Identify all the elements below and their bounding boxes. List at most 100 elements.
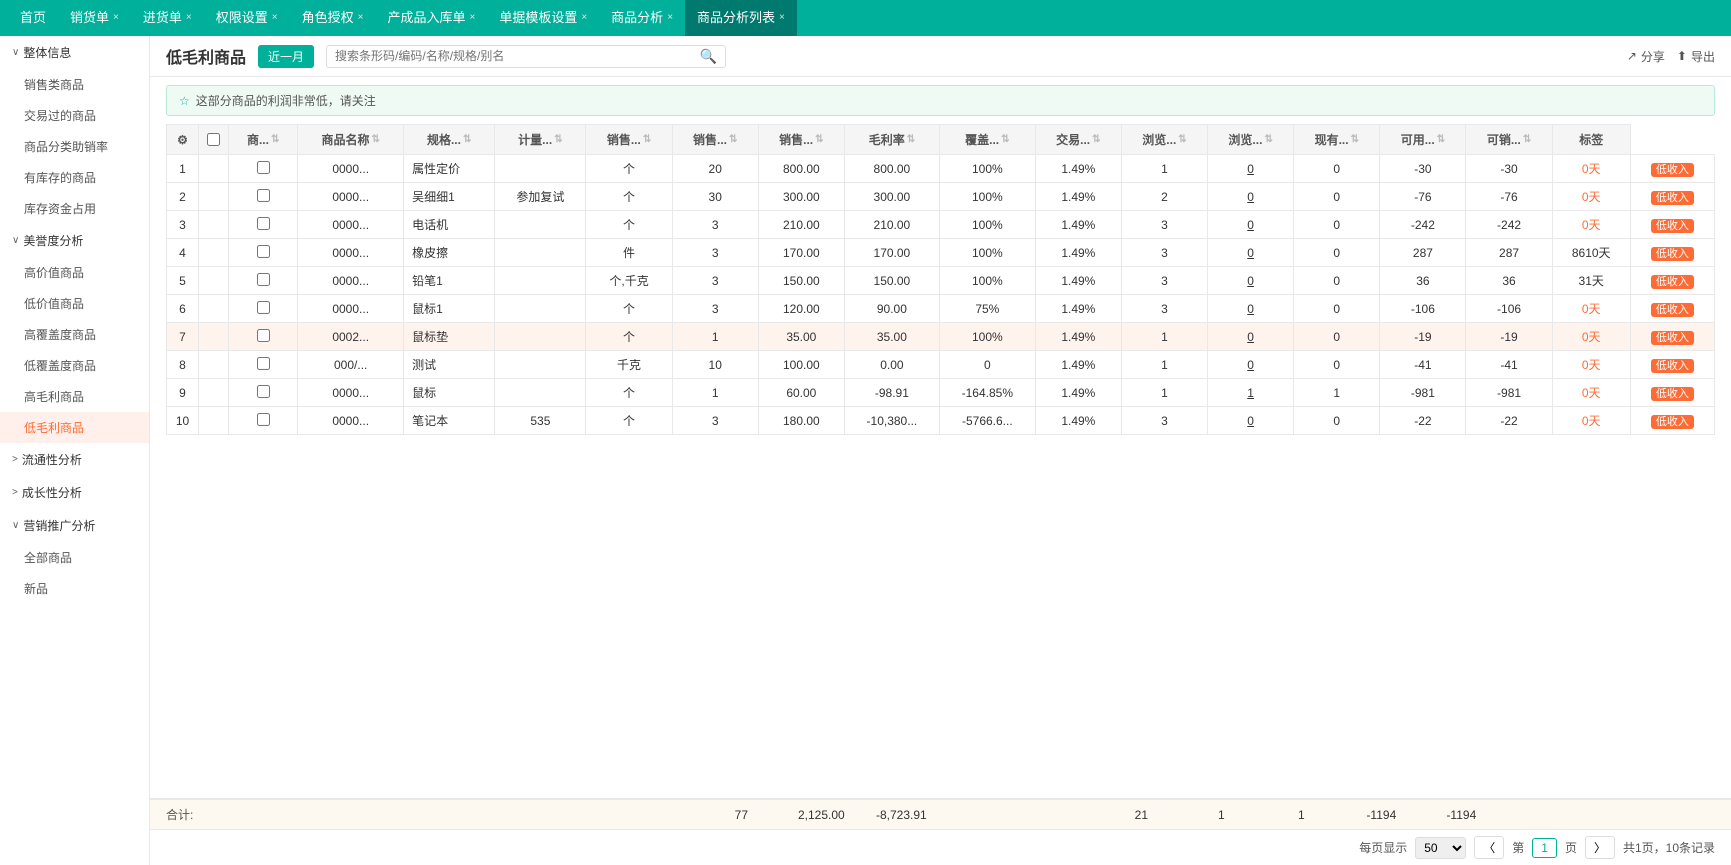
col-available[interactable]: 可用...⇅	[1380, 125, 1466, 155]
browse1-link[interactable]: 0	[1247, 302, 1254, 316]
col-tag[interactable]: 标签	[1552, 125, 1630, 155]
browse1-link[interactable]: 0	[1247, 218, 1254, 232]
nav-sales[interactable]: 销货单 ×	[58, 0, 131, 36]
col-unit[interactable]: 计量...⇅	[495, 125, 586, 155]
col-name[interactable]: 商品名称⇅	[298, 125, 404, 155]
browse1-link[interactable]: 0	[1247, 246, 1254, 260]
nav-home[interactable]: 首页	[8, 0, 58, 36]
sidebar-item-stocked[interactable]: 有库存的商品	[0, 162, 149, 193]
row-checkbox[interactable]	[257, 217, 270, 230]
sidebar-item-inventory-fund[interactable]: 库存资金占用	[0, 193, 149, 224]
browse1-link[interactable]: 0	[1247, 358, 1254, 372]
cell-browse1[interactable]: 0	[1208, 155, 1294, 183]
col-sellable[interactable]: 可销...⇅	[1466, 125, 1552, 155]
close-icon[interactable]: ×	[272, 0, 278, 36]
col-browse1[interactable]: 浏览...⇅	[1121, 125, 1207, 155]
browse1-link[interactable]: 0	[1247, 162, 1254, 176]
cell-checkbox[interactable]	[229, 323, 298, 351]
sidebar-group-growth[interactable]: > 成长性分析	[0, 476, 149, 509]
col-checkbox[interactable]	[199, 125, 229, 155]
cell-browse1[interactable]: 0	[1208, 211, 1294, 239]
sidebar-item-new-products[interactable]: 新品	[0, 573, 149, 604]
sidebar-group-circulation[interactable]: > 流通性分析	[0, 443, 149, 476]
row-checkbox[interactable]	[257, 329, 270, 342]
select-all-checkbox[interactable]	[207, 133, 220, 146]
close-icon[interactable]: ×	[581, 0, 587, 36]
col-code[interactable]: 商...⇅	[229, 125, 298, 155]
cell-checkbox[interactable]	[229, 183, 298, 211]
nav-permissions[interactable]: 权限设置 ×	[204, 0, 290, 36]
search-input[interactable]	[335, 49, 700, 63]
cell-browse1[interactable]: 0	[1208, 239, 1294, 267]
cell-checkbox[interactable]	[229, 155, 298, 183]
filter-period-button[interactable]: 近一月	[258, 45, 314, 68]
sidebar-item-high-coverage[interactable]: 高覆盖度商品	[0, 319, 149, 350]
col-browse2[interactable]: 浏览...⇅	[1208, 125, 1294, 155]
cell-browse1[interactable]: 0	[1208, 351, 1294, 379]
cell-browse1[interactable]: 0	[1208, 267, 1294, 295]
browse1-link[interactable]: 0	[1247, 414, 1254, 428]
close-icon[interactable]: ×	[186, 0, 192, 36]
row-checkbox[interactable]	[257, 385, 270, 398]
nav-product-analysis-list[interactable]: 商品分析列表 ×	[685, 0, 797, 36]
col-trade[interactable]: 交易...⇅	[1035, 125, 1121, 155]
nav-template-settings[interactable]: 单据模板设置 ×	[487, 0, 599, 36]
cell-checkbox[interactable]	[229, 351, 298, 379]
sidebar-item-low-margin[interactable]: 低毛利商品	[0, 412, 149, 443]
cell-checkbox[interactable]	[229, 239, 298, 267]
row-checkbox[interactable]	[257, 413, 270, 426]
sidebar-item-low-value[interactable]: 低价值商品	[0, 288, 149, 319]
col-settings[interactable]: ⚙	[167, 125, 199, 155]
sidebar-item-low-coverage[interactable]: 低覆盖度商品	[0, 350, 149, 381]
cell-browse1[interactable]: 0	[1208, 407, 1294, 435]
col-gross-rate[interactable]: 毛利率⇅	[844, 125, 939, 155]
sidebar-item-all-products[interactable]: 全部商品	[0, 542, 149, 573]
close-icon[interactable]: ×	[667, 0, 673, 36]
row-checkbox[interactable]	[257, 161, 270, 174]
sidebar-item-traded-products[interactable]: 交易过的商品	[0, 100, 149, 131]
sidebar-group-overall[interactable]: ∨ 整体信息	[0, 36, 149, 69]
col-sales-price[interactable]: 销售...⇅	[672, 125, 758, 155]
cell-checkbox[interactable]	[229, 211, 298, 239]
nav-product-entry[interactable]: 产成品入库单 ×	[375, 0, 487, 36]
row-checkbox[interactable]	[257, 245, 270, 258]
col-cover-rate[interactable]: 覆盖...⇅	[939, 125, 1035, 155]
cell-browse1[interactable]: 1	[1208, 379, 1294, 407]
row-checkbox[interactable]	[257, 301, 270, 314]
nav-purchase[interactable]: 进货单 ×	[131, 0, 204, 36]
browse1-link[interactable]: 0	[1247, 274, 1254, 288]
prev-page-button[interactable]: 〈	[1474, 836, 1504, 859]
close-icon[interactable]: ×	[469, 0, 475, 36]
export-button[interactable]: ⬆ 导出	[1677, 48, 1715, 65]
browse1-link[interactable]: 0	[1247, 190, 1254, 204]
col-sales-count[interactable]: 销售...⇅	[586, 125, 672, 155]
per-page-select[interactable]: 50 20 100	[1415, 837, 1466, 859]
browse1-link[interactable]: 1	[1247, 386, 1254, 400]
col-current-stock[interactable]: 现有...⇅	[1294, 125, 1380, 155]
col-sales-amount[interactable]: 销售...⇅	[758, 125, 844, 155]
row-checkbox[interactable]	[257, 357, 270, 370]
close-icon[interactable]: ×	[113, 0, 119, 36]
browse1-link[interactable]: 0	[1247, 330, 1254, 344]
cell-checkbox[interactable]	[229, 267, 298, 295]
sidebar-item-sales-products[interactable]: 销售类商品	[0, 69, 149, 100]
cell-checkbox[interactable]	[229, 379, 298, 407]
cell-browse1[interactable]: 0	[1208, 323, 1294, 351]
search-icon[interactable]: 🔍	[700, 48, 717, 65]
cell-browse1[interactable]: 0	[1208, 295, 1294, 323]
cell-checkbox[interactable]	[229, 407, 298, 435]
next-page-button[interactable]: 〉	[1585, 836, 1615, 859]
row-checkbox[interactable]	[257, 273, 270, 286]
cell-checkbox[interactable]	[229, 295, 298, 323]
close-icon[interactable]: ×	[779, 0, 785, 36]
nav-role-auth[interactable]: 角色授权 ×	[290, 0, 376, 36]
cell-browse1[interactable]: 0	[1208, 183, 1294, 211]
sidebar-item-high-margin[interactable]: 高毛利商品	[0, 381, 149, 412]
row-checkbox[interactable]	[257, 189, 270, 202]
close-icon[interactable]: ×	[358, 0, 364, 36]
sidebar-item-high-value[interactable]: 高价值商品	[0, 257, 149, 288]
sidebar-item-category-rate[interactable]: 商品分类助销率	[0, 131, 149, 162]
nav-product-analysis[interactable]: 商品分析 ×	[599, 0, 685, 36]
sidebar-group-reputation[interactable]: ∨ 美誉度分析	[0, 224, 149, 257]
col-spec[interactable]: 规格...⇅	[404, 125, 495, 155]
